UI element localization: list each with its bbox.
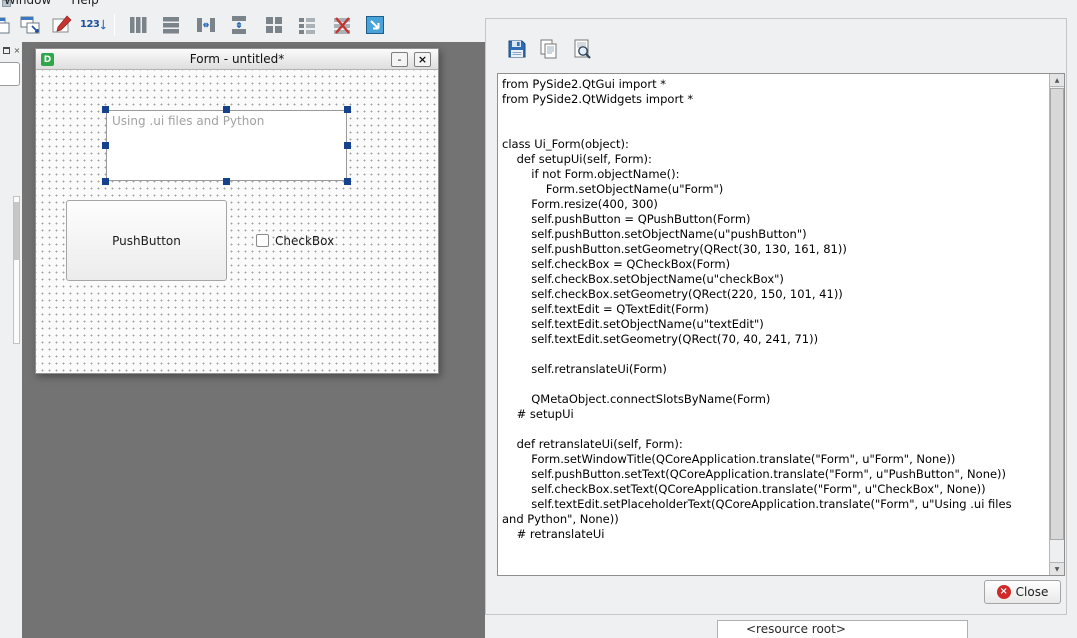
lay-out-horizontally-icon[interactable] bbox=[124, 11, 151, 38]
checkbox-widget[interactable]: CheckBox bbox=[256, 220, 357, 261]
scrollbar-thumb[interactable] bbox=[1050, 88, 1064, 540]
code-line: Form.setWindowTitle(QCoreApplication.tra… bbox=[502, 452, 1049, 467]
dock-float-glyph bbox=[3, 47, 10, 54]
toolbar-separator bbox=[114, 14, 115, 36]
break-layout-icon[interactable] bbox=[328, 11, 355, 38]
lay-out-vertically-icon[interactable] bbox=[157, 11, 184, 38]
edit-signals-slots-icon[interactable] bbox=[48, 11, 75, 38]
code-line: self.textEdit = QTextEdit(Form) bbox=[502, 302, 1049, 317]
code-line: self.pushButton.setObjectName(u"pushButt… bbox=[502, 227, 1049, 242]
code-line: self.checkBox.setText(QCoreApplication.t… bbox=[502, 482, 1049, 497]
code-line bbox=[502, 107, 1049, 122]
form-window-title: Form - untitled* bbox=[36, 52, 438, 66]
code-viewer[interactable]: from PySide2.QtGui import *from PySide2.… bbox=[497, 73, 1065, 576]
form-canvas[interactable]: Using .ui files and Python PushButton Ch… bbox=[36, 70, 438, 373]
scroll-down-icon[interactable]: ▼ bbox=[1050, 562, 1064, 575]
code-line: QMetaObject.connectSlotsByName(Form) bbox=[502, 392, 1049, 407]
selection-handle-bottom-right[interactable] bbox=[344, 178, 351, 185]
widget-box-dock: × bbox=[0, 42, 22, 638]
code-line: if not Form.objectName(): bbox=[502, 167, 1049, 182]
close-dialog-button[interactable]: × Close bbox=[984, 580, 1061, 604]
menu-window[interactable]: Window bbox=[4, 0, 51, 7]
tab-order-glyph: 123 bbox=[80, 19, 99, 30]
view-code-dialog: from PySide2.QtGui import *from PySide2.… bbox=[485, 18, 1067, 615]
selection-handle-top-center[interactable] bbox=[223, 106, 230, 113]
close-window-button[interactable]: × bbox=[414, 52, 431, 67]
resource-root-item[interactable]: <resource root> bbox=[746, 622, 846, 636]
selection-handle-top-right[interactable] bbox=[344, 106, 351, 113]
selection-handle-bottom-center[interactable] bbox=[223, 178, 230, 185]
code-line: from PySide2.QtGui import * bbox=[502, 77, 1049, 92]
code-content: from PySide2.QtGui import *from PySide2.… bbox=[498, 74, 1049, 542]
selection-handle-top-left[interactable] bbox=[102, 106, 109, 113]
edit-tab-order-icon[interactable]: 123 bbox=[80, 11, 107, 38]
pushbutton-widget[interactable]: PushButton bbox=[66, 200, 227, 281]
code-line: self.pushButton = QPushButton(Form) bbox=[502, 212, 1049, 227]
lay-out-in-a-form-layout-icon[interactable] bbox=[293, 11, 320, 38]
copy-icon[interactable] bbox=[537, 37, 561, 61]
code-line: self.textEdit.setGeometry(QRect(70, 40, … bbox=[502, 332, 1049, 347]
code-line bbox=[502, 377, 1049, 392]
code-line: from PySide2.QtWidgets import * bbox=[502, 92, 1049, 107]
find-icon[interactable] bbox=[570, 37, 594, 61]
menu-help[interactable]: Help bbox=[71, 0, 98, 7]
lay-out-horizontally-in-splitter-icon[interactable] bbox=[192, 11, 219, 38]
code-line: self.checkBox.setGeometry(QRect(220, 150… bbox=[502, 287, 1049, 302]
pushbutton-label: PushButton bbox=[112, 234, 181, 248]
adjust-size-icon[interactable] bbox=[361, 11, 388, 38]
code-line: self.checkBox = QCheckBox(Form) bbox=[502, 257, 1049, 272]
dock-close-icon[interactable]: × bbox=[12, 45, 22, 55]
code-line: self.pushButton.setText(QCoreApplication… bbox=[502, 467, 1049, 482]
selection-handle-bottom-left[interactable] bbox=[102, 178, 109, 185]
form-editor-window: D Form - untitled* - × Using .ui files a… bbox=[35, 48, 439, 374]
lay-out-in-a-grid-icon[interactable] bbox=[260, 11, 287, 38]
lay-out-vertically-in-splitter-icon[interactable] bbox=[225, 11, 252, 38]
checkbox-label: CheckBox bbox=[275, 234, 334, 248]
close-red-icon: × bbox=[997, 585, 1011, 599]
selection-handle-mid-right[interactable] bbox=[344, 142, 351, 149]
widget-box-scrollbar-thumb[interactable] bbox=[14, 202, 19, 260]
code-line: # setupUi bbox=[502, 407, 1049, 422]
widget-box-scrollbar[interactable] bbox=[13, 196, 20, 344]
code-line: def setupUi(self, Form): bbox=[502, 152, 1049, 167]
menubar: Window Help bbox=[0, 0, 485, 8]
save-icon[interactable] bbox=[505, 37, 529, 61]
edit-widgets-icon[interactable] bbox=[16, 11, 43, 38]
resource-browser-panel: <resource root> bbox=[717, 620, 968, 638]
code-line: def retranslateUi(self, Form): bbox=[502, 437, 1049, 452]
main-toolbar: 123 bbox=[0, 8, 485, 42]
code-line bbox=[502, 122, 1049, 137]
form-window-titlebar[interactable]: D Form - untitled* - × bbox=[36, 49, 438, 70]
textedit-widget[interactable]: Using .ui files and Python bbox=[106, 110, 347, 181]
edit-widgets-icon[interactable] bbox=[0, 11, 13, 38]
qt-designer-screen: Window Help 123 bbox=[0, 0, 1077, 638]
selection-handle-mid-left[interactable] bbox=[102, 142, 109, 149]
code-line: Form.setObjectName(u"Form") bbox=[502, 182, 1049, 197]
code-scrollbar[interactable]: ▲ ▼ bbox=[1049, 74, 1064, 575]
scroll-up-icon[interactable]: ▲ bbox=[1050, 74, 1064, 87]
code-line: self.textEdit.setPlaceholderText(QCoreAp… bbox=[502, 497, 1049, 512]
code-line: self.pushButton.setGeometry(QRect(30, 13… bbox=[502, 242, 1049, 257]
close-button-label: Close bbox=[1016, 585, 1049, 599]
code-line: self.textEdit.setObjectName(u"textEdit") bbox=[502, 317, 1049, 332]
code-line: Form.resize(400, 300) bbox=[502, 197, 1049, 212]
code-line: class Ui_Form(object): bbox=[502, 137, 1049, 152]
code-line: self.retranslateUi(Form) bbox=[502, 362, 1049, 377]
checkbox-indicator[interactable] bbox=[256, 234, 269, 247]
minimize-button[interactable]: - bbox=[391, 52, 408, 67]
form-window-icon: D bbox=[41, 53, 54, 66]
widget-filter-input[interactable] bbox=[0, 62, 20, 86]
code-line: and Python", None)) bbox=[502, 512, 1049, 527]
code-line bbox=[502, 422, 1049, 437]
dock-float-icon[interactable] bbox=[1, 45, 11, 55]
code-line: # retranslateUi bbox=[502, 527, 1049, 542]
code-line: self.checkBox.setObjectName(u"checkBox") bbox=[502, 272, 1049, 287]
code-line bbox=[502, 347, 1049, 362]
